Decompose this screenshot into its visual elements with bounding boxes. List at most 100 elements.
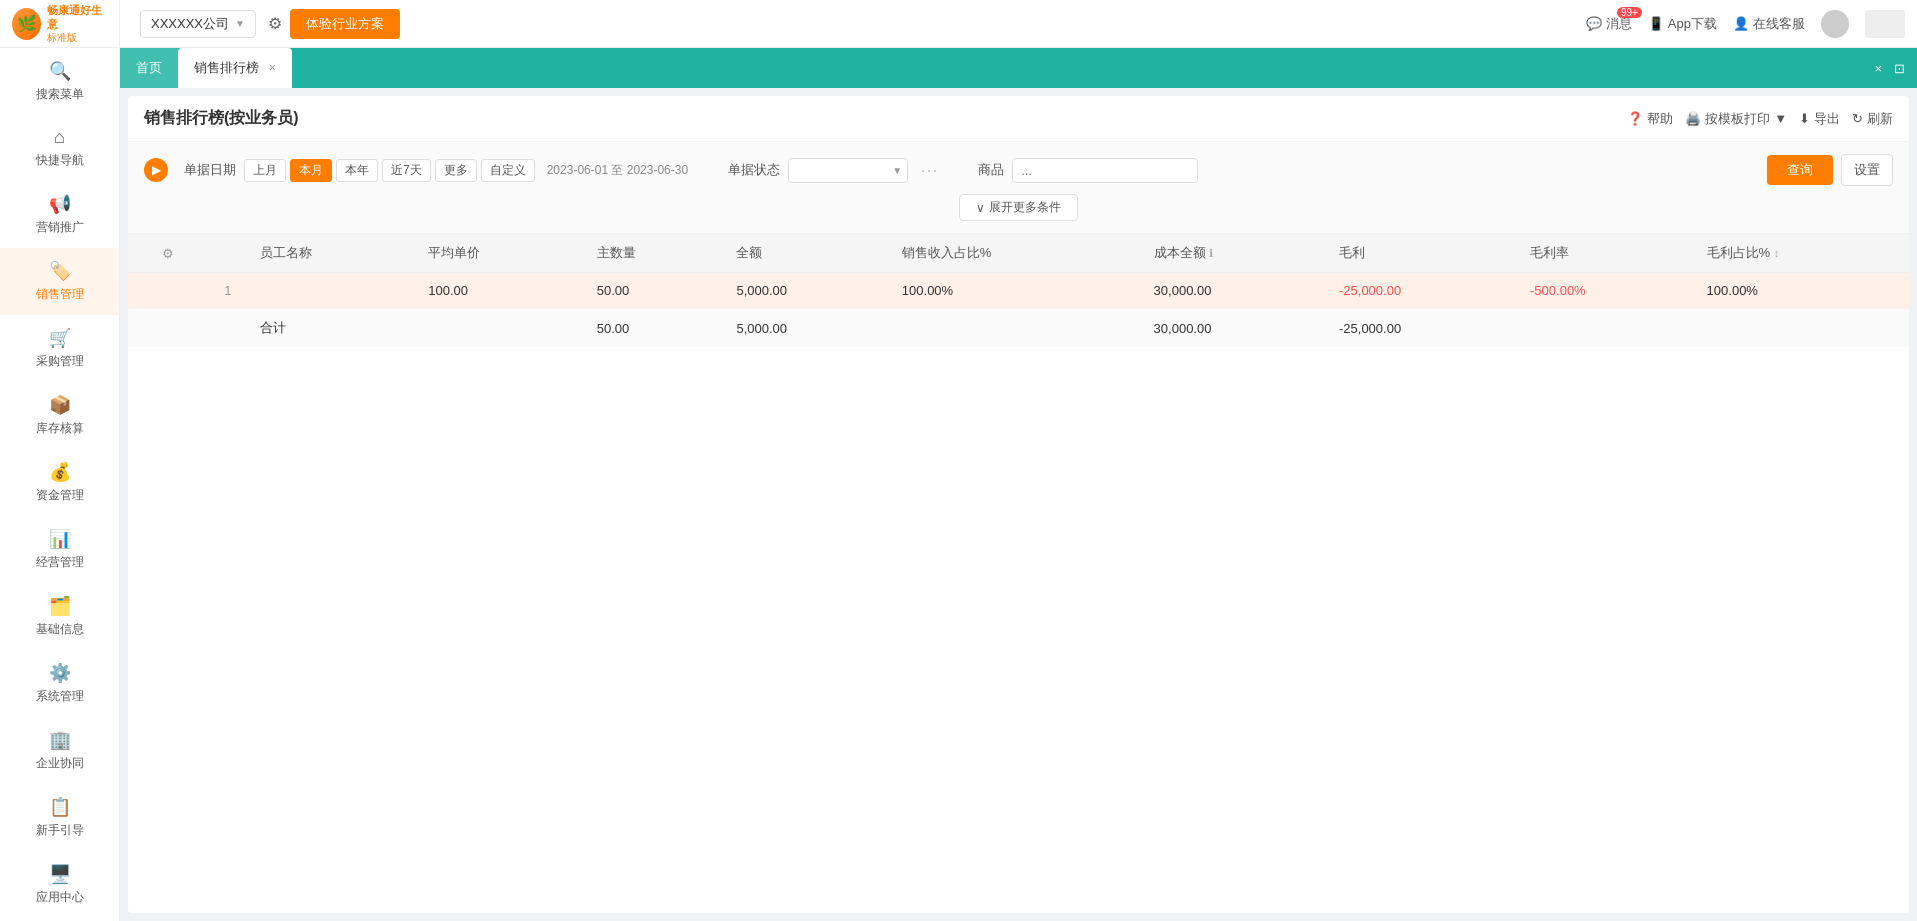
date-label: 单据日期 bbox=[184, 161, 236, 179]
footer-cost: 30,000.00 bbox=[1142, 309, 1327, 348]
message-badge: 99+ bbox=[1617, 7, 1642, 18]
sales-icon: 🏷️ bbox=[49, 260, 71, 282]
tab-close-icon[interactable]: × bbox=[269, 61, 276, 75]
export-button[interactable]: ⬇ 导出 bbox=[1799, 110, 1840, 128]
sidebar-item-search[interactable]: 🔍 搜索菜单 bbox=[0, 48, 119, 115]
footer-label: 合计 bbox=[248, 309, 416, 348]
system-icon: ⚙️ bbox=[49, 662, 71, 684]
window-maximize-icon[interactable]: ⊡ bbox=[1894, 61, 1905, 76]
cell-gross: -25,000.00 bbox=[1327, 273, 1518, 309]
column-quantity: 主数量 bbox=[585, 234, 725, 273]
refresh-icon: ↻ bbox=[1852, 111, 1863, 126]
date-btn-more[interactable]: 更多 bbox=[435, 159, 477, 182]
company-settings-icon[interactable]: ⚙ bbox=[268, 14, 282, 33]
date-filter: 单据日期 上月 本月 本年 近7天 更多 自定义 2023-06-01 至 20… bbox=[184, 159, 688, 182]
sidebar-item-label: 采购管理 bbox=[36, 353, 84, 370]
goods-input[interactable] bbox=[1012, 158, 1198, 183]
cell-name bbox=[248, 273, 416, 309]
status-label: 单据状态 bbox=[728, 161, 780, 179]
basic-icon: 🗂️ bbox=[49, 595, 71, 617]
logo-icon: 🌿 bbox=[12, 8, 41, 40]
user-info-panel bbox=[1865, 10, 1905, 38]
goods-label: 商品 bbox=[978, 161, 1004, 179]
footer-gross: -25,000.00 bbox=[1327, 309, 1518, 348]
sidebar-item-label: 企业协同 bbox=[36, 755, 84, 772]
column-settings[interactable]: ⚙ bbox=[128, 234, 208, 273]
refresh-button[interactable]: ↻ 刷新 bbox=[1852, 110, 1893, 128]
sidebar-item-basic[interactable]: 🗂️ 基础信息 bbox=[0, 583, 119, 650]
sidebar-item-label: 经营管理 bbox=[36, 554, 84, 571]
export-icon: ⬇ bbox=[1799, 111, 1810, 126]
sidebar-item-guide[interactable]: 📋 新手引导 bbox=[0, 784, 119, 851]
gross-pct-info-icon: ↕ bbox=[1774, 247, 1780, 259]
cell-quantity: 50.00 bbox=[585, 273, 725, 309]
print-dropdown-icon: ▼ bbox=[1774, 111, 1787, 126]
sidebar-item-shortcut[interactable]: ⌂ 快捷导航 bbox=[0, 115, 119, 181]
sidebar-item-label: 资金管理 bbox=[36, 487, 84, 504]
date-range-display: 2023-06-01 至 2023-06-30 bbox=[547, 162, 688, 179]
sidebar-item-label: 销售管理 bbox=[36, 286, 84, 303]
cell-avg-price: 100.00 bbox=[416, 273, 584, 309]
table-header-row: ⚙ 员工名称 平均单价 主数量 全额 销售收入占比% 成本全额 ℹ 毛利 毛利率 bbox=[128, 234, 1909, 273]
print-button[interactable]: 🖨️ 按模板打印 ▼ bbox=[1685, 110, 1787, 128]
message-icon: 💬 bbox=[1586, 16, 1602, 31]
online-service-button[interactable]: 👤 在线客服 bbox=[1733, 15, 1805, 33]
sidebar-item-operation[interactable]: 📊 经营管理 bbox=[0, 516, 119, 583]
date-btn-last-month[interactable]: 上月 bbox=[244, 159, 286, 182]
filter-expand-arrow[interactable]: ▶ bbox=[144, 158, 168, 182]
date-btn-custom[interactable]: 自定义 bbox=[481, 159, 535, 182]
column-cost: 成本全额 ℹ bbox=[1142, 234, 1327, 273]
settings-button[interactable]: 设置 bbox=[1841, 154, 1893, 186]
query-button[interactable]: 查询 bbox=[1767, 155, 1833, 185]
print-icon: 🖨️ bbox=[1685, 111, 1701, 126]
cell-cost: 30,000.00 bbox=[1142, 273, 1327, 309]
cell-gross-rate: -500.00% bbox=[1518, 273, 1695, 309]
sidebar-item-label: 搜索菜单 bbox=[36, 86, 84, 103]
date-btn-this-year[interactable]: 本年 bbox=[336, 159, 378, 182]
sidebar-item-marketing[interactable]: 📢 营销推广 bbox=[0, 181, 119, 248]
sidebar-item-purchase[interactable]: 🛒 采购管理 bbox=[0, 315, 119, 382]
app-download-button[interactable]: 📱 App下载 bbox=[1648, 15, 1717, 33]
sidebar-item-sales[interactable]: 🏷️ 销售管理 bbox=[0, 248, 119, 315]
tab-sales-ranking[interactable]: 销售排行榜 × bbox=[178, 48, 292, 88]
status-select[interactable] bbox=[788, 158, 908, 183]
operation-icon: 📊 bbox=[49, 528, 71, 550]
footer-amount: 5,000.00 bbox=[724, 309, 889, 348]
goods-filter: 商品 bbox=[978, 158, 1198, 183]
logo-text: 畅康通好生意 标准版 bbox=[47, 3, 107, 45]
message-button[interactable]: 💬 消息 99+ bbox=[1586, 15, 1632, 33]
cell-rank: 1 bbox=[208, 273, 248, 309]
sidebar-item-label: 新手引导 bbox=[36, 822, 84, 839]
service-icon: 👤 bbox=[1733, 16, 1749, 31]
search-icon: 🔍 bbox=[49, 60, 71, 82]
tab-home[interactable]: 首页 bbox=[120, 48, 178, 88]
expand-icon: ∨ bbox=[976, 201, 985, 215]
mobile-icon: 📱 bbox=[1648, 16, 1664, 31]
cell-sales-pct: 100.00% bbox=[890, 273, 1142, 309]
column-gross-pct: 毛利占比% ↕ bbox=[1695, 234, 1909, 273]
sidebar-item-enterprise[interactable]: 🏢 企业协同 bbox=[0, 717, 119, 784]
sidebar-item-system[interactable]: ⚙️ 系统管理 bbox=[0, 650, 119, 717]
table-footer-row: 合计 50.00 5,000.00 30,000.00 -25,000.00 bbox=[128, 309, 1909, 348]
guide-icon: 📋 bbox=[49, 796, 71, 818]
help-button[interactable]: ❓ 帮助 bbox=[1627, 110, 1673, 128]
marketing-icon: 📢 bbox=[49, 193, 71, 215]
company-name: XXXXXX公司 bbox=[151, 15, 229, 33]
cell-gross-pct: 100.00% bbox=[1695, 273, 1909, 309]
date-btn-this-month[interactable]: 本月 bbox=[290, 159, 332, 182]
user-avatar[interactable] bbox=[1821, 10, 1849, 38]
trial-button[interactable]: 体验行业方案 bbox=[290, 9, 400, 39]
table-row: 1 100.00 50.00 5,000.00 100.00% 30,000.0… bbox=[128, 273, 1909, 309]
sidebar-item-apps[interactable]: 🖥️ 应用中心 bbox=[0, 851, 119, 918]
sidebar-item-label: 基础信息 bbox=[36, 621, 84, 638]
sidebar-item-inventory[interactable]: 📦 库存核算 bbox=[0, 382, 119, 449]
window-close-icon[interactable]: × bbox=[1874, 61, 1882, 76]
sidebar-item-finance[interactable]: 💰 资金管理 bbox=[0, 449, 119, 516]
expand-conditions-button[interactable]: ∨ 展开更多条件 bbox=[959, 194, 1078, 221]
company-selector[interactable]: XXXXXX公司 ▼ bbox=[140, 10, 256, 38]
home-icon: ⌂ bbox=[54, 127, 65, 148]
sidebar-item-label: 应用中心 bbox=[36, 889, 84, 906]
enterprise-icon: 🏢 bbox=[49, 729, 71, 751]
sidebar-item-label: 系统管理 bbox=[36, 688, 84, 705]
date-btn-7days[interactable]: 近7天 bbox=[382, 159, 431, 182]
